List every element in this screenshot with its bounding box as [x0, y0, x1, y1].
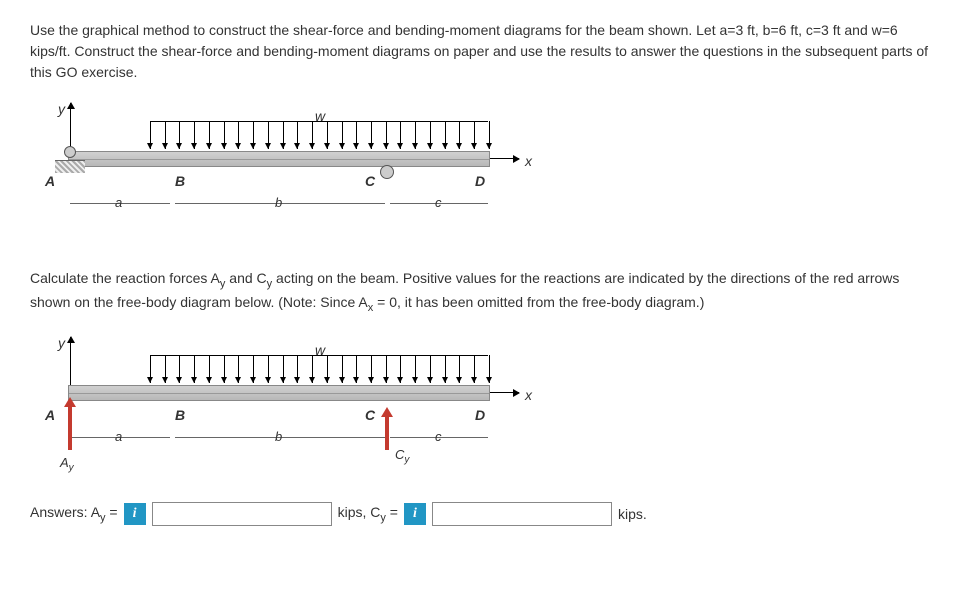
problem-statement: Use the graphical method to construct th… — [30, 20, 933, 83]
pin-support-A — [55, 146, 85, 176]
distributed-load-arrows — [150, 121, 490, 151]
info-icon[interactable]: i — [124, 503, 146, 525]
dim-b-label: b — [275, 195, 282, 210]
answers-label: Answers: Ay = — [30, 504, 118, 524]
point-B-label-fbd: B — [175, 407, 185, 423]
reaction-arrow-Ay — [68, 405, 72, 450]
unit-label-1: kips, Cy = — [338, 504, 398, 524]
point-B-label: B — [175, 173, 185, 189]
beam-element — [68, 151, 490, 167]
reaction-label-Ay: Ay — [60, 455, 74, 474]
dim-c-label-fbd: c — [435, 429, 442, 444]
answers-row: Answers: Ay = i kips, Cy = i kips. — [30, 502, 933, 526]
unit-label-2: kips. — [618, 506, 647, 522]
input-Cy[interactable] — [432, 502, 612, 526]
point-D-label: D — [475, 173, 485, 189]
input-Ay[interactable] — [152, 502, 332, 526]
y-axis-label: y — [58, 101, 65, 117]
point-D-label-fbd: D — [475, 407, 485, 423]
point-A-label-fbd: A — [45, 407, 55, 423]
dim-b-label-fbd: b — [275, 429, 282, 444]
point-C-label: C — [365, 173, 375, 189]
roller-support-C — [380, 165, 394, 179]
dim-c-label: c — [435, 195, 442, 210]
beam-diagram: y x w A B C D a b c — [50, 103, 500, 238]
point-C-label-fbd: C — [365, 407, 375, 423]
x-axis-label: x — [525, 153, 532, 169]
dim-a-label-fbd: a — [115, 429, 122, 444]
info-icon[interactable]: i — [404, 503, 426, 525]
free-body-diagram: y x w A B C D a b c Ay Cy — [50, 337, 500, 472]
dim-a-label: a — [115, 195, 122, 210]
y-axis-fbd — [70, 337, 71, 392]
reaction-label-Cy: Cy — [395, 447, 409, 466]
y-axis-label-fbd: y — [58, 335, 65, 351]
point-A-label: A — [45, 173, 55, 189]
distributed-load-arrows-fbd — [150, 355, 490, 385]
reaction-arrow-Cy — [385, 415, 389, 450]
x-axis-label-fbd: x — [525, 387, 532, 403]
instruction-text: Calculate the reaction forces Ay and Cy … — [30, 268, 933, 317]
beam-element-fbd — [68, 385, 490, 401]
